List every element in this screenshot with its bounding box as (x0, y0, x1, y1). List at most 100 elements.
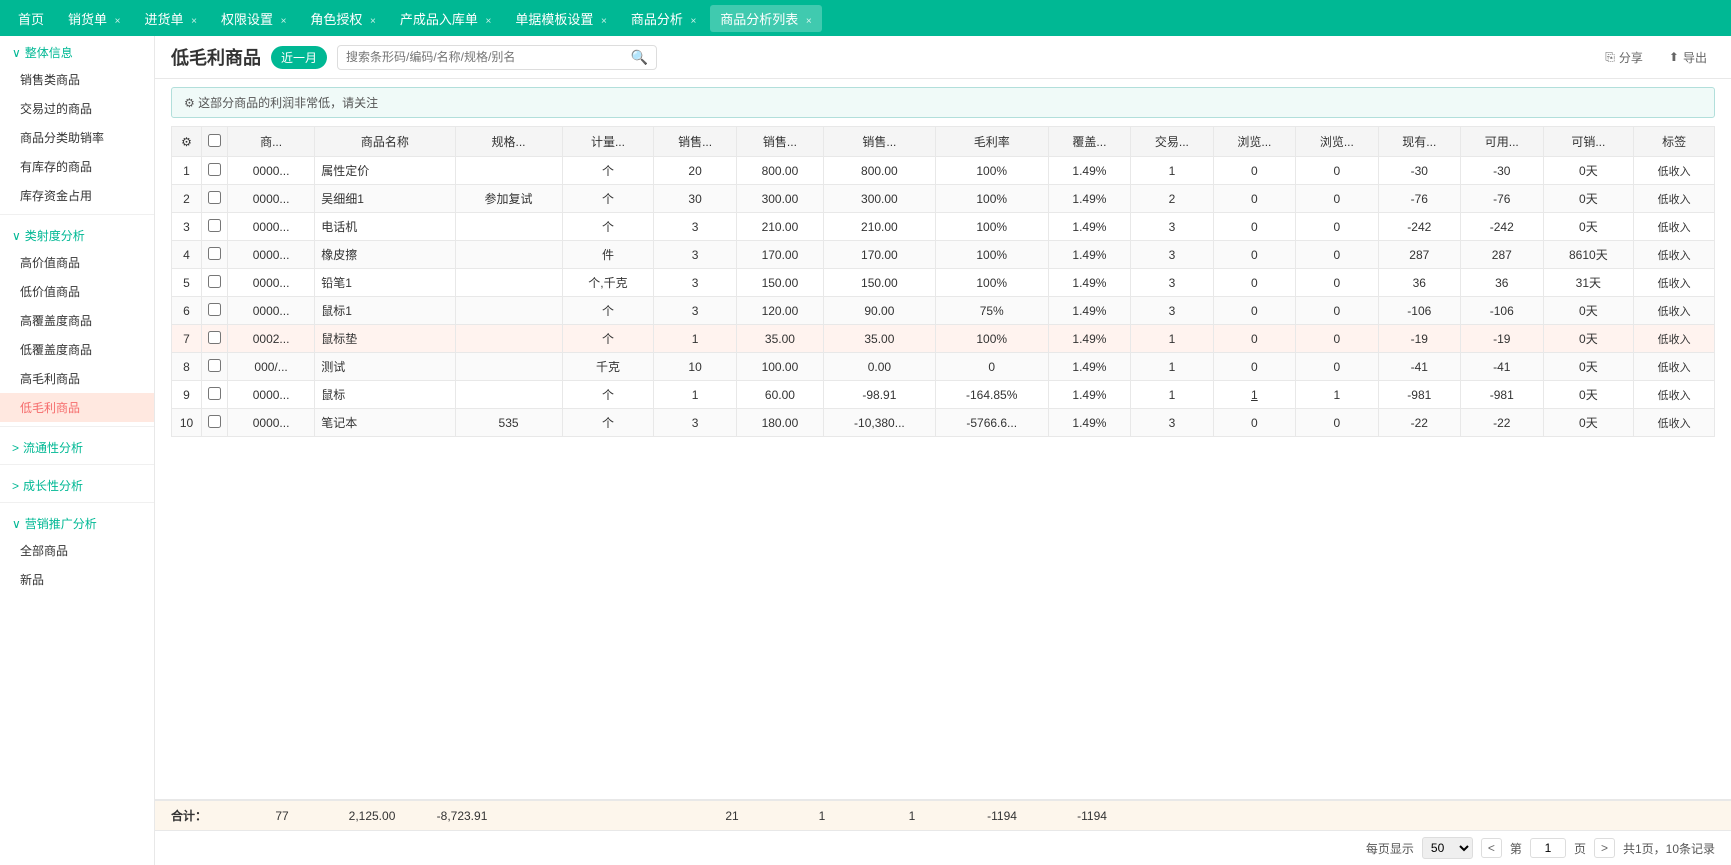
cell-checkbox[interactable] (202, 241, 228, 269)
th-current[interactable]: 现有... (1378, 127, 1460, 157)
close-icon[interactable]: × (281, 16, 287, 27)
cell-checkbox[interactable] (202, 325, 228, 353)
row-checkbox[interactable] (208, 219, 221, 232)
table-wrapper[interactable]: ⚙ 商... 商品名称 规格... 计量... 销售... 销售... 销售..… (171, 126, 1715, 799)
th-tag[interactable]: 标签 (1634, 127, 1715, 157)
section-title-general[interactable]: ∨整体信息 (0, 36, 154, 65)
close-icon[interactable]: × (601, 16, 607, 27)
search-icon[interactable]: 🔍 (631, 49, 648, 66)
close-icon[interactable]: × (191, 16, 197, 27)
close-icon[interactable]: × (486, 16, 492, 27)
next-page-button[interactable]: > (1594, 838, 1615, 858)
th-sales-qty[interactable]: 销售... (654, 127, 736, 157)
row-checkbox[interactable] (208, 303, 221, 316)
close-icon[interactable]: × (115, 16, 121, 27)
nav-purchase-order[interactable]: 进货单 × (134, 5, 206, 32)
export-button[interactable]: ⬆ 导出 (1661, 45, 1715, 70)
page-number-input[interactable] (1530, 838, 1566, 858)
sidebar-item-low-margin[interactable]: 低毛利商品 (0, 393, 154, 422)
cell-sales-amount: 300.00 (824, 185, 936, 213)
th-name[interactable]: 商品名称 (315, 127, 455, 157)
section-title-marketing[interactable]: ∨营销推广分析 (0, 507, 154, 536)
sidebar-item-sales-products[interactable]: 销售类商品 (0, 65, 154, 94)
th-spec[interactable]: 规格... (455, 127, 562, 157)
select-all-checkbox[interactable] (208, 134, 221, 147)
row-checkbox[interactable] (208, 191, 221, 204)
close-icon[interactable]: × (806, 16, 812, 27)
th-view2[interactable]: 浏览... (1296, 127, 1378, 157)
section-title-growth[interactable]: >成长性分析 (0, 469, 154, 498)
th-sales-amount[interactable]: 销售... (824, 127, 936, 157)
share-button[interactable]: ⎘ 分享 (1597, 45, 1651, 70)
collapse-arrow-icon: > (12, 441, 19, 455)
sidebar-item-high-value[interactable]: 高价值商品 (0, 248, 154, 277)
sidebar-item-traded-products[interactable]: 交易过的商品 (0, 94, 154, 123)
cell-coverage: 1.49% (1048, 269, 1131, 297)
th-gross-margin[interactable]: 毛利率 (935, 127, 1048, 157)
cell-saleable-days: 31天 (1543, 269, 1634, 297)
row-checkbox[interactable] (208, 163, 221, 176)
sidebar-item-new-products[interactable]: 新品 (0, 565, 154, 594)
close-icon[interactable]: × (690, 16, 696, 27)
sidebar-item-high-coverage[interactable]: 高覆盖度商品 (0, 306, 154, 335)
sidebar-item-in-stock[interactable]: 有库存的商品 (0, 152, 154, 181)
cell-checkbox[interactable] (202, 157, 228, 185)
sidebar-item-category-sales-rate[interactable]: 商品分类助销率 (0, 123, 154, 152)
page-size-select[interactable]: 50 20 100 (1422, 837, 1473, 859)
row-checkbox[interactable] (208, 359, 221, 372)
nav-template-settings[interactable]: 单据模板设置 × (505, 5, 616, 32)
footer-available: -1194 (1047, 809, 1137, 823)
th-sales-price[interactable]: 销售... (736, 127, 823, 157)
collapse-arrow-icon: ∨ (12, 46, 21, 60)
close-icon[interactable]: × (370, 16, 376, 27)
cell-checkbox[interactable] (202, 185, 228, 213)
row-checkbox[interactable] (208, 247, 221, 260)
nav-product-inbound[interactable]: 产成品入库单 × (390, 5, 501, 32)
th-checkbox[interactable] (202, 127, 228, 157)
th-gear[interactable]: ⚙ (172, 127, 202, 157)
sidebar-item-low-coverage[interactable]: 低覆盖度商品 (0, 335, 154, 364)
cell-view2: 0 (1296, 185, 1378, 213)
section-title-liquidity[interactable]: >流通性分析 (0, 431, 154, 460)
prev-page-button[interactable]: < (1481, 838, 1502, 858)
row-checkbox[interactable] (208, 275, 221, 288)
sidebar-item-low-value[interactable]: 低价值商品 (0, 277, 154, 306)
filter-recent-month-button[interactable]: 近一月 (271, 46, 327, 69)
cell-checkbox[interactable] (202, 297, 228, 325)
row-checkbox[interactable] (208, 387, 221, 400)
cell-trade: 1 (1131, 325, 1213, 353)
nav-product-analysis-list[interactable]: 商品分析列表 × (710, 5, 821, 32)
th-code[interactable]: 商... (228, 127, 315, 157)
th-available[interactable]: 可用... (1461, 127, 1543, 157)
cell-available: -19 (1461, 325, 1543, 353)
cell-checkbox[interactable] (202, 353, 228, 381)
sidebar-item-all-products[interactable]: 全部商品 (0, 536, 154, 565)
nav-product-analysis[interactable]: 商品分析 × (621, 5, 706, 32)
cell-code: 0000... (228, 213, 315, 241)
section-title-radiation[interactable]: ∨类射度分析 (0, 219, 154, 248)
cell-checkbox[interactable] (202, 269, 228, 297)
th-view1[interactable]: 浏览... (1213, 127, 1295, 157)
cell-checkbox[interactable] (202, 409, 228, 437)
cell-checkbox[interactable] (202, 213, 228, 241)
sidebar-item-high-margin[interactable]: 高毛利商品 (0, 364, 154, 393)
divider (0, 464, 154, 465)
th-trade[interactable]: 交易... (1131, 127, 1213, 157)
search-input[interactable] (346, 50, 631, 64)
cell-sales-qty: 20 (654, 157, 736, 185)
nav-home[interactable]: 首页 (8, 5, 54, 32)
view-link[interactable]: 1 (1251, 388, 1258, 402)
nav-permission[interactable]: 权限设置 × (211, 5, 296, 32)
row-checkbox[interactable] (208, 415, 221, 428)
cell-view1[interactable]: 1 (1213, 381, 1295, 409)
th-saleable[interactable]: 可销... (1543, 127, 1634, 157)
sidebar-item-inventory-capital[interactable]: 库存资金占用 (0, 181, 154, 210)
th-unit[interactable]: 计量... (562, 127, 654, 157)
th-coverage[interactable]: 覆盖... (1048, 127, 1131, 157)
nav-role-auth[interactable]: 角色授权 × (300, 5, 385, 32)
nav-sales-order[interactable]: 销货单 × (58, 5, 130, 32)
row-checkbox[interactable] (208, 331, 221, 344)
cell-spec (455, 157, 562, 185)
cell-checkbox[interactable] (202, 381, 228, 409)
cell-trade: 1 (1131, 157, 1213, 185)
